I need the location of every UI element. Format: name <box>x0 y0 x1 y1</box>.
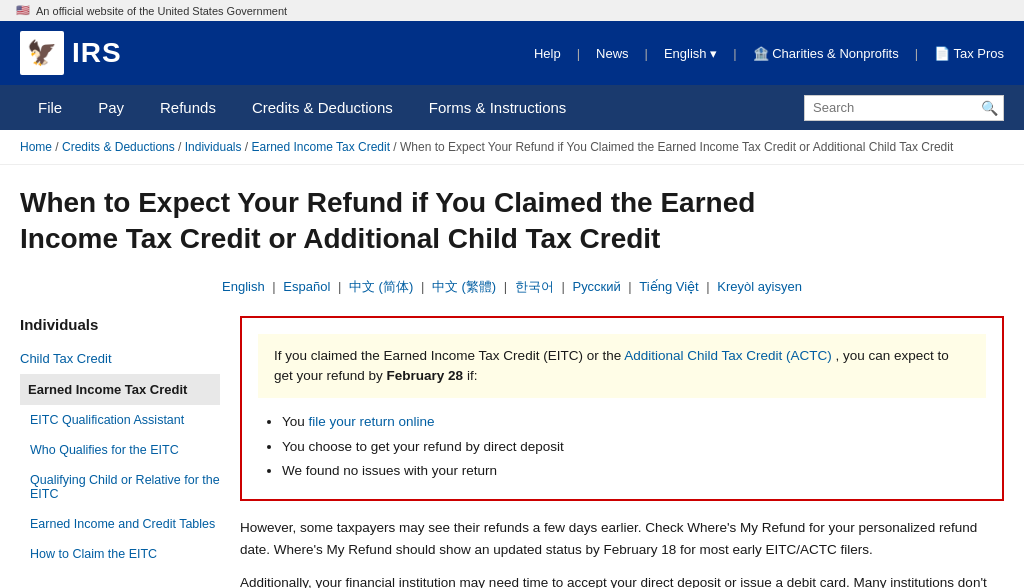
lang-creole[interactable]: Kreyòl ayisyen <box>717 279 802 294</box>
page-title-section: When to Expect Your Refund if You Claime… <box>0 165 1024 268</box>
nav-forms-instructions[interactable]: Forms & Instructions <box>411 85 585 130</box>
alert-yellow-banner: If you claimed the Earned Income Tax Cre… <box>258 334 986 399</box>
us-flag-icon: 🇺🇸 <box>16 4 30 17</box>
alert-box: If you claimed the Earned Income Tax Cre… <box>240 316 1004 501</box>
breadcrumb-eitc[interactable]: Earned Income Tax Credit <box>251 140 390 154</box>
lang-espanol[interactable]: Español <box>283 279 330 294</box>
main-content: If you claimed the Earned Income Tax Cre… <box>240 306 1004 588</box>
refund-date: February 28 <box>387 368 464 383</box>
charities-link[interactable]: 🏦 Charities & Nonprofits <box>753 46 899 61</box>
breadcrumb-credits[interactable]: Credits & Deductions <box>62 140 175 154</box>
lang-english[interactable]: English <box>222 279 265 294</box>
paragraph-2-before: Additionally, your financial institution… <box>240 575 987 588</box>
sidebar-item-credit-tables[interactable]: Earned Income and Credit Tables <box>30 509 220 539</box>
nav-links: File Pay Refunds Credits & Deductions Fo… <box>20 85 584 130</box>
lang-vietnamese[interactable]: Tiếng Việt <box>639 279 698 294</box>
divider-3: | <box>733 46 736 61</box>
content-wrapper: Individuals Child Tax Credit Earned Inco… <box>0 306 1024 588</box>
language-bar: English | Español | 中文 (简体) | 中文 (繁體) | … <box>0 268 1024 306</box>
search-button[interactable]: 🔍 <box>981 100 998 116</box>
actc-link[interactable]: Additional Child Tax Credit (ACTC) <box>624 348 832 363</box>
search-container: 🔍 <box>804 95 1004 121</box>
lang-korean[interactable]: 한국어 <box>515 279 554 294</box>
sidebar-item-eitc-assistant[interactable]: EITC Qualification Assistant <box>30 405 220 435</box>
gov-banner-text: An official website of the United States… <box>36 5 287 17</box>
alert-text-before: If you claimed the Earned Income Tax Cre… <box>274 348 624 363</box>
nav-file[interactable]: File <box>20 85 80 130</box>
condition-2: You choose to get your refund by direct … <box>282 435 986 459</box>
help-link[interactable]: Help <box>534 46 561 61</box>
header: 🦅 IRS Help | News | English ▾ | 🏦 Charit… <box>0 21 1024 85</box>
sidebar-item-eitc[interactable]: Earned Income Tax Credit <box>20 374 220 405</box>
breadcrumb-sep-4: / <box>393 140 400 154</box>
sidebar-title: Individuals <box>20 316 220 333</box>
main-nav: File Pay Refunds Credits & Deductions Fo… <box>0 85 1024 130</box>
news-link[interactable]: News <box>596 46 629 61</box>
condition-1: You file your return online <box>282 410 986 434</box>
sidebar: Individuals Child Tax Credit Earned Inco… <box>20 306 220 588</box>
english-language-dropdown[interactable]: English ▾ <box>664 46 717 61</box>
divider-4: | <box>915 46 918 61</box>
divider-1: | <box>577 46 580 61</box>
lang-chinese-traditional[interactable]: 中文 (繁體) <box>432 279 496 294</box>
lang-chinese-simplified[interactable]: 中文 (简体) <box>349 279 413 294</box>
breadcrumb-current: When to Expect Your Refund if You Claime… <box>400 140 953 154</box>
breadcrumb-sep-2: / <box>178 140 185 154</box>
paragraph-2: Additionally, your financial institution… <box>240 572 1004 588</box>
sidebar-item-child-tax-credit[interactable]: Child Tax Credit <box>20 343 220 374</box>
nav-refunds[interactable]: Refunds <box>142 85 234 130</box>
tax-pros-link[interactable]: 📄 Tax Pros <box>934 46 1004 61</box>
sidebar-sub-items: EITC Qualification Assistant Who Qualifi… <box>20 405 220 569</box>
header-nav-right: Help | News | English ▾ | 🏦 Charities & … <box>534 46 1004 61</box>
conditions-list: You file your return online You choose t… <box>258 410 986 483</box>
irs-eagle-icon: 🦅 <box>20 31 64 75</box>
divider-2: | <box>645 46 648 61</box>
lang-russian[interactable]: Русский <box>572 279 620 294</box>
search-input[interactable] <box>813 100 981 115</box>
sidebar-item-qualifying-child[interactable]: Qualifying Child or Relative for the EIT… <box>30 465 220 509</box>
file-online-link[interactable]: file your return online <box>309 414 435 429</box>
condition-3: We found no issues with your return <box>282 459 986 483</box>
breadcrumb-home[interactable]: Home <box>20 140 52 154</box>
gov-banner: 🇺🇸 An official website of the United Sta… <box>0 0 1024 21</box>
alert-text-if: if: <box>467 368 478 383</box>
page-title: When to Expect Your Refund if You Claime… <box>20 185 820 258</box>
paragraph-1: However, some taxpayers may see their re… <box>240 517 1004 560</box>
sidebar-item-how-to-claim[interactable]: How to Claim the EITC <box>30 539 220 569</box>
nav-pay[interactable]: Pay <box>80 85 142 130</box>
search-box: 🔍 <box>804 95 1004 121</box>
nav-credits-deductions[interactable]: Credits & Deductions <box>234 85 411 130</box>
breadcrumb: Home / Credits & Deductions / Individual… <box>0 130 1024 165</box>
sidebar-item-who-qualifies[interactable]: Who Qualifies for the EITC <box>30 435 220 465</box>
irs-logo: 🦅 IRS <box>20 31 122 75</box>
irs-wordmark: IRS <box>72 37 122 69</box>
breadcrumb-individuals[interactable]: Individuals <box>185 140 242 154</box>
